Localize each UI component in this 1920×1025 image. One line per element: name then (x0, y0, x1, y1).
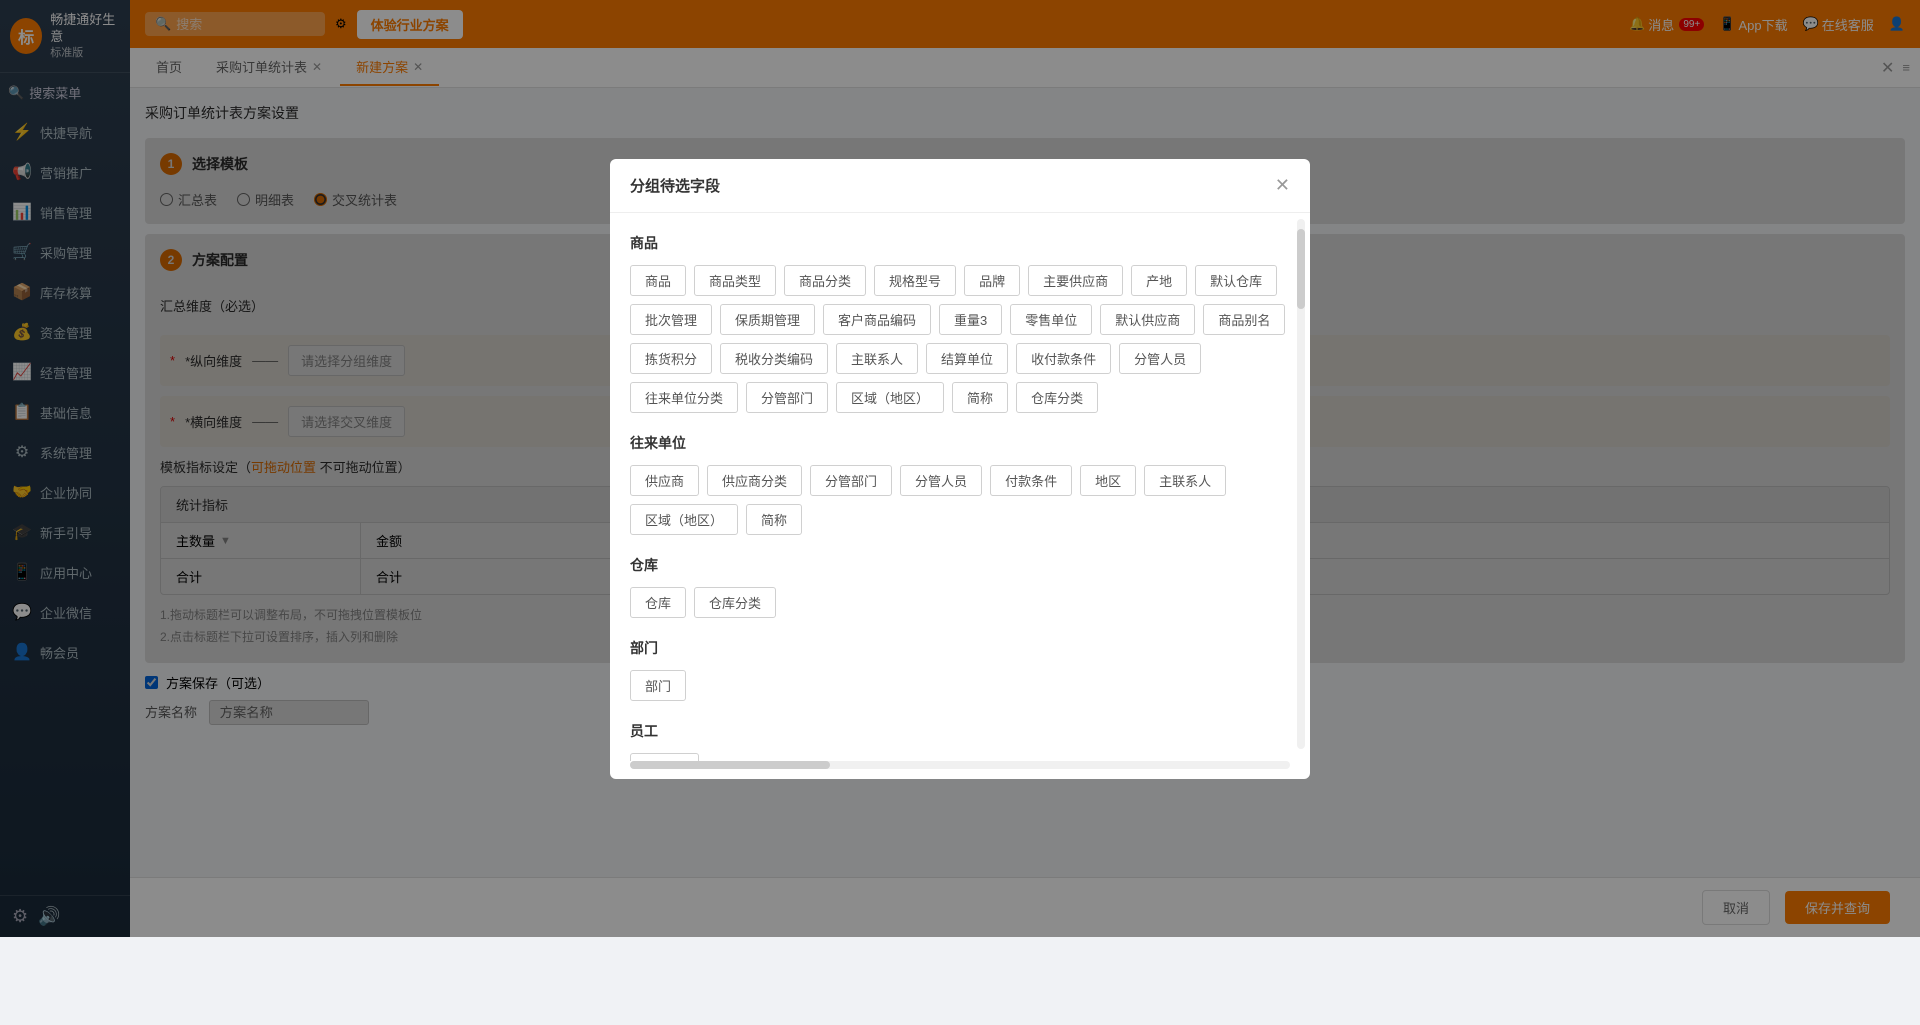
field-tag-仓库分类[interactable]: 仓库分类 (1016, 382, 1098, 413)
field-tag-主联系人[interactable]: 主联系人 (1144, 465, 1226, 496)
modal-title: 分组待选字段 (630, 175, 720, 196)
field-tags-partner: 供应商供应商分类分管部门分管人员付款条件地区主联系人区域（地区） 简称 (630, 465, 1290, 535)
field-tag-税收分类编码[interactable]: 税收分类编码 (720, 343, 828, 374)
field-tag-默认仓库[interactable]: 默认仓库 (1195, 265, 1277, 296)
field-tag-商品类型[interactable]: 商品类型 (694, 265, 776, 296)
field-tag-商品分类[interactable]: 商品分类 (784, 265, 866, 296)
modal-header: 分组待选字段 ✕ (610, 159, 1310, 213)
field-select-modal: 分组待选字段 ✕ 商品商品商品类型商品分类规格型号品牌主要供应商产地默认仓库批次… (610, 159, 1310, 779)
field-tag-简称[interactable]: 简称 (746, 504, 802, 535)
field-group-title-warehouse: 仓库 (630, 555, 1290, 575)
field-tag-付款条件[interactable]: 付款条件 (990, 465, 1072, 496)
field-tag-主联系人[interactable]: 主联系人 (836, 343, 918, 374)
field-tag-简称[interactable]: 简称 (952, 382, 1008, 413)
field-tags-warehouse: 仓库仓库分类 (630, 587, 1290, 618)
field-group-warehouse: 仓库仓库仓库分类 (630, 555, 1290, 618)
field-tag-品牌[interactable]: 品牌 (964, 265, 1020, 296)
field-group-department: 部门部门 (630, 638, 1290, 701)
field-tag-商品别名[interactable]: 商品别名 (1203, 304, 1285, 335)
field-group-title-product: 商品 (630, 233, 1290, 253)
field-group-product: 商品商品商品类型商品分类规格型号品牌主要供应商产地默认仓库批次管理保质期管理客户… (630, 233, 1290, 413)
field-tags-department: 部门 (630, 670, 1290, 701)
field-tags-employee: 业务员 (630, 753, 1290, 761)
field-tag-区域（地区）[interactable]: 区域（地区） (836, 382, 944, 413)
field-tag-商品[interactable]: 商品 (630, 265, 686, 296)
field-tag-拣货积分[interactable]: 拣货积分 (630, 343, 712, 374)
field-tag-结算单位[interactable]: 结算单位 (926, 343, 1008, 374)
field-tag-区域（地区）[interactable]: 区域（地区） (630, 504, 738, 535)
field-tag-规格型号[interactable]: 规格型号 (874, 265, 956, 296)
field-tag-往来单位分类[interactable]: 往来单位分类 (630, 382, 738, 413)
field-tag-仓库分类[interactable]: 仓库分类 (694, 587, 776, 618)
field-tag-部门[interactable]: 部门 (630, 670, 686, 701)
field-tag-保质期管理[interactable]: 保质期管理 (720, 304, 815, 335)
field-tag-仓库[interactable]: 仓库 (630, 587, 686, 618)
field-tag-业务员[interactable]: 业务员 (630, 753, 699, 761)
vscrollbar-thumb (1297, 229, 1305, 309)
field-tag-零售单位[interactable]: 零售单位 (1010, 304, 1092, 335)
field-group-title-partner: 往来单位 (630, 433, 1290, 453)
field-tag-供应商分类[interactable]: 供应商分类 (707, 465, 802, 496)
field-tag-分管人员[interactable]: 分管人员 (900, 465, 982, 496)
field-group-employee: 员工业务员 (630, 721, 1290, 761)
field-tag-主要供应商[interactable]: 主要供应商 (1028, 265, 1123, 296)
field-group-title-employee: 员工 (630, 721, 1290, 741)
field-tag-供应商[interactable]: 供应商 (630, 465, 699, 496)
field-tags-product: 商品商品类型商品分类规格型号品牌主要供应商产地默认仓库批次管理保质期管理客户商品… (630, 265, 1290, 413)
horizontal-scrollbar[interactable] (630, 761, 1290, 769)
field-tag-批次管理[interactable]: 批次管理 (630, 304, 712, 335)
field-tag-分管部门[interactable]: 分管部门 (810, 465, 892, 496)
field-tag-分管部门[interactable]: 分管部门 (746, 382, 828, 413)
field-group-partner: 往来单位供应商供应商分类分管部门分管人员付款条件地区主联系人区域（地区） 简称 (630, 433, 1290, 535)
field-tag-分管人员[interactable]: 分管人员 (1119, 343, 1201, 374)
field-tag-地区[interactable]: 地区 (1080, 465, 1136, 496)
field-tag-产地[interactable]: 产地 (1131, 265, 1187, 296)
field-group-title-department: 部门 (630, 638, 1290, 658)
modal-body: 商品商品商品类型商品分类规格型号品牌主要供应商产地默认仓库批次管理保质期管理客户… (610, 213, 1310, 761)
hscrollbar-thumb (630, 761, 830, 769)
field-tag-收付款条件[interactable]: 收付款条件 (1016, 343, 1111, 374)
modal-close-button[interactable]: ✕ (1275, 175, 1290, 196)
field-tag-重量3[interactable]: 重量3 (939, 304, 1002, 335)
vertical-scrollbar[interactable] (1297, 219, 1305, 749)
field-tag-默认供应商[interactable]: 默认供应商 (1100, 304, 1195, 335)
field-tag-客户商品编码[interactable]: 客户商品编码 (823, 304, 931, 335)
